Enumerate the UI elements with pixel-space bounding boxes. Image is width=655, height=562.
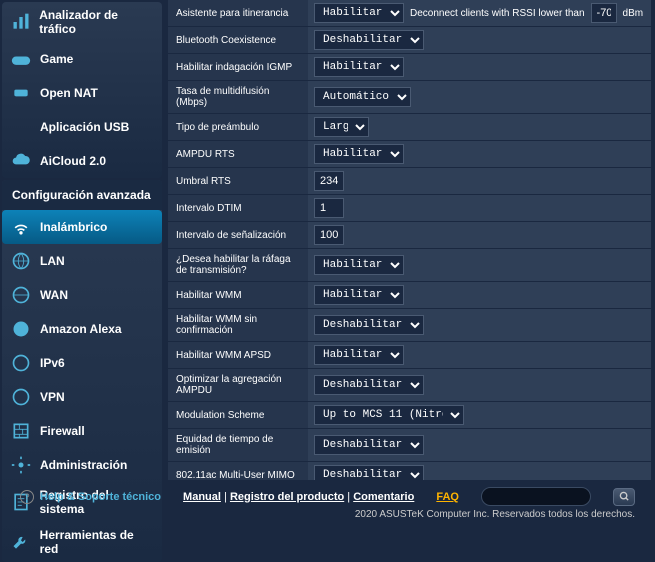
label-wmmna: Habilitar WMM sin confirmación — [168, 309, 308, 341]
sidebar-item-adv-1[interactable]: LAN — [2, 244, 162, 278]
register-link[interactable]: Registro del producto — [230, 491, 344, 503]
admin-icon — [10, 454, 32, 476]
sidebar-item-label: Analizador de tráfico — [39, 8, 154, 36]
sidebar-item-gen-4[interactable]: AiCloud 2.0 — [2, 144, 162, 178]
label-mcast: Tasa de multidifusión (Mbps) — [168, 81, 308, 113]
label-dtim: Intervalo DTIM — [168, 195, 308, 221]
select-ampdu[interactable]: Habilitar — [314, 144, 404, 164]
wifi-icon — [10, 216, 32, 238]
select-bt[interactable]: Deshabilitar — [314, 30, 424, 50]
sidebar-item-gen-1[interactable]: Game — [2, 42, 162, 76]
label-burst: ¿Desea habilitar la ráfaga de transmisió… — [168, 249, 308, 281]
search-button[interactable] — [613, 488, 635, 506]
roaming-note: Deconnect clients with RSSI lower than — [410, 8, 585, 19]
nat-icon — [10, 82, 32, 104]
select-preamble[interactable]: Largo — [314, 117, 369, 137]
select-igmp[interactable]: Habilitar — [314, 57, 404, 77]
input-beacon[interactable] — [314, 225, 344, 245]
sidebar-item-adv-0[interactable]: Inalámbrico — [2, 210, 162, 244]
sidebar-item-label: LAN — [40, 254, 65, 268]
sidebar-item-adv-9[interactable]: Herramientas de red — [2, 522, 162, 562]
sidebar-item-adv-2[interactable]: WAN — [2, 278, 162, 312]
input-dtim[interactable] — [314, 198, 344, 218]
wan-icon — [10, 284, 32, 306]
label-ampdu: AMPDU RTS — [168, 141, 308, 167]
sidebar-item-label: Inalámbrico — [40, 220, 107, 234]
comment-link[interactable]: Comentario — [353, 491, 414, 503]
sidebar-item-label: Herramientas de red — [40, 528, 154, 556]
sidebar-item-adv-6[interactable]: Firewall — [2, 414, 162, 448]
label-mod: Modulation Scheme — [168, 402, 308, 428]
sidebar-item-label: Aplicación USB — [40, 120, 129, 134]
lan-icon — [10, 250, 32, 272]
advanced-header: Configuración avanzada — [2, 180, 162, 210]
copyright: 2020 ASUSTeK Computer Inc. Reservados to… — [10, 509, 645, 520]
select-wmmapsd[interactable]: Habilitar — [314, 345, 404, 365]
select-wmm[interactable]: Habilitar — [314, 285, 404, 305]
sidebar-item-gen-2[interactable]: Open NAT — [2, 76, 162, 110]
sidebar-item-adv-5[interactable]: VPN — [2, 380, 162, 414]
label-rts: Umbral RTS — [168, 168, 308, 194]
help-icon: ? — [20, 490, 34, 504]
footer-links: Manual | Registro del producto | Comenta… — [183, 491, 414, 503]
settings-panel: Asistente para itinerancia Habilitar Dec… — [164, 0, 655, 480]
sidebar-item-label: AiCloud 2.0 — [40, 154, 106, 168]
cloud-icon — [10, 150, 32, 172]
dbm-unit: dBm — [623, 8, 644, 19]
select-roaming[interactable]: Habilitar — [314, 3, 404, 23]
sidebar-item-gen-3[interactable]: Aplicación USB — [2, 110, 162, 144]
select-mumimo[interactable]: Deshabilitar — [314, 465, 424, 480]
sidebar-item-label: Firewall — [40, 424, 85, 438]
select-mod[interactable]: Up to MCS 11 (NitroQAM/1024-QAM) — [314, 405, 464, 425]
label-airtime: Equidad de tiempo de emisión — [168, 429, 308, 461]
select-airtime[interactable]: Deshabilitar — [314, 435, 424, 455]
sidebar-item-gen-0[interactable]: Analizador de tráfico — [2, 2, 162, 42]
label-ampduagg: Optimizar la agregación AMPDU — [168, 369, 308, 401]
sidebar-item-label: Game — [40, 52, 73, 66]
label-bt: Bluetooth Coexistence — [168, 27, 308, 53]
vpn-icon — [10, 386, 32, 408]
ipv6-icon — [10, 352, 32, 374]
alexa-icon — [10, 318, 32, 340]
label-roaming: Asistente para itinerancia — [168, 0, 308, 26]
search-input[interactable] — [481, 487, 591, 506]
sidebar-item-adv-7[interactable]: Administración — [2, 448, 162, 482]
sidebar: Analizador de tráfico Game Open NAT Apli… — [0, 0, 164, 480]
firewall-icon — [10, 420, 32, 442]
label-wmm: Habilitar WMM — [168, 282, 308, 308]
usb-icon — [10, 116, 32, 138]
sidebar-item-label: Amazon Alexa — [40, 322, 122, 336]
input-rts[interactable] — [314, 171, 344, 191]
sidebar-item-adv-3[interactable]: Amazon Alexa — [2, 312, 162, 346]
faq-link[interactable]: FAQ — [436, 491, 459, 503]
sidebar-item-label: IPv6 — [40, 356, 65, 370]
select-mcast[interactable]: Automático — [314, 87, 411, 107]
label-beacon: Intervalo de señalización — [168, 222, 308, 248]
select-wmmna[interactable]: Deshabilitar — [314, 315, 424, 335]
label-igmp: Habilitar indagación IGMP — [168, 54, 308, 80]
sidebar-item-label: Open NAT — [40, 86, 98, 100]
footer: ? Help & Soporte técnico Manual | Regist… — [0, 480, 655, 524]
sidebar-item-label: WAN — [40, 288, 68, 302]
select-burst[interactable]: Habilitar — [314, 255, 404, 275]
sidebar-item-adv-4[interactable]: IPv6 — [2, 346, 162, 380]
game-icon — [10, 48, 32, 70]
input-rssi[interactable] — [591, 3, 617, 23]
chart-icon — [10, 11, 31, 33]
manual-link[interactable]: Manual — [183, 491, 221, 503]
sidebar-item-label: VPN — [40, 390, 65, 404]
tools-icon — [10, 531, 32, 553]
label-mumimo: 802.11ac Multi-User MIMO — [168, 462, 308, 480]
select-ampduagg[interactable]: Deshabilitar — [314, 375, 424, 395]
label-preamble: Tipo de preámbulo — [168, 114, 308, 140]
label-wmmapsd: Habilitar WMM APSD — [168, 342, 308, 368]
sidebar-item-label: Administración — [40, 458, 127, 472]
help-link[interactable]: ? Help & Soporte técnico — [20, 490, 161, 504]
